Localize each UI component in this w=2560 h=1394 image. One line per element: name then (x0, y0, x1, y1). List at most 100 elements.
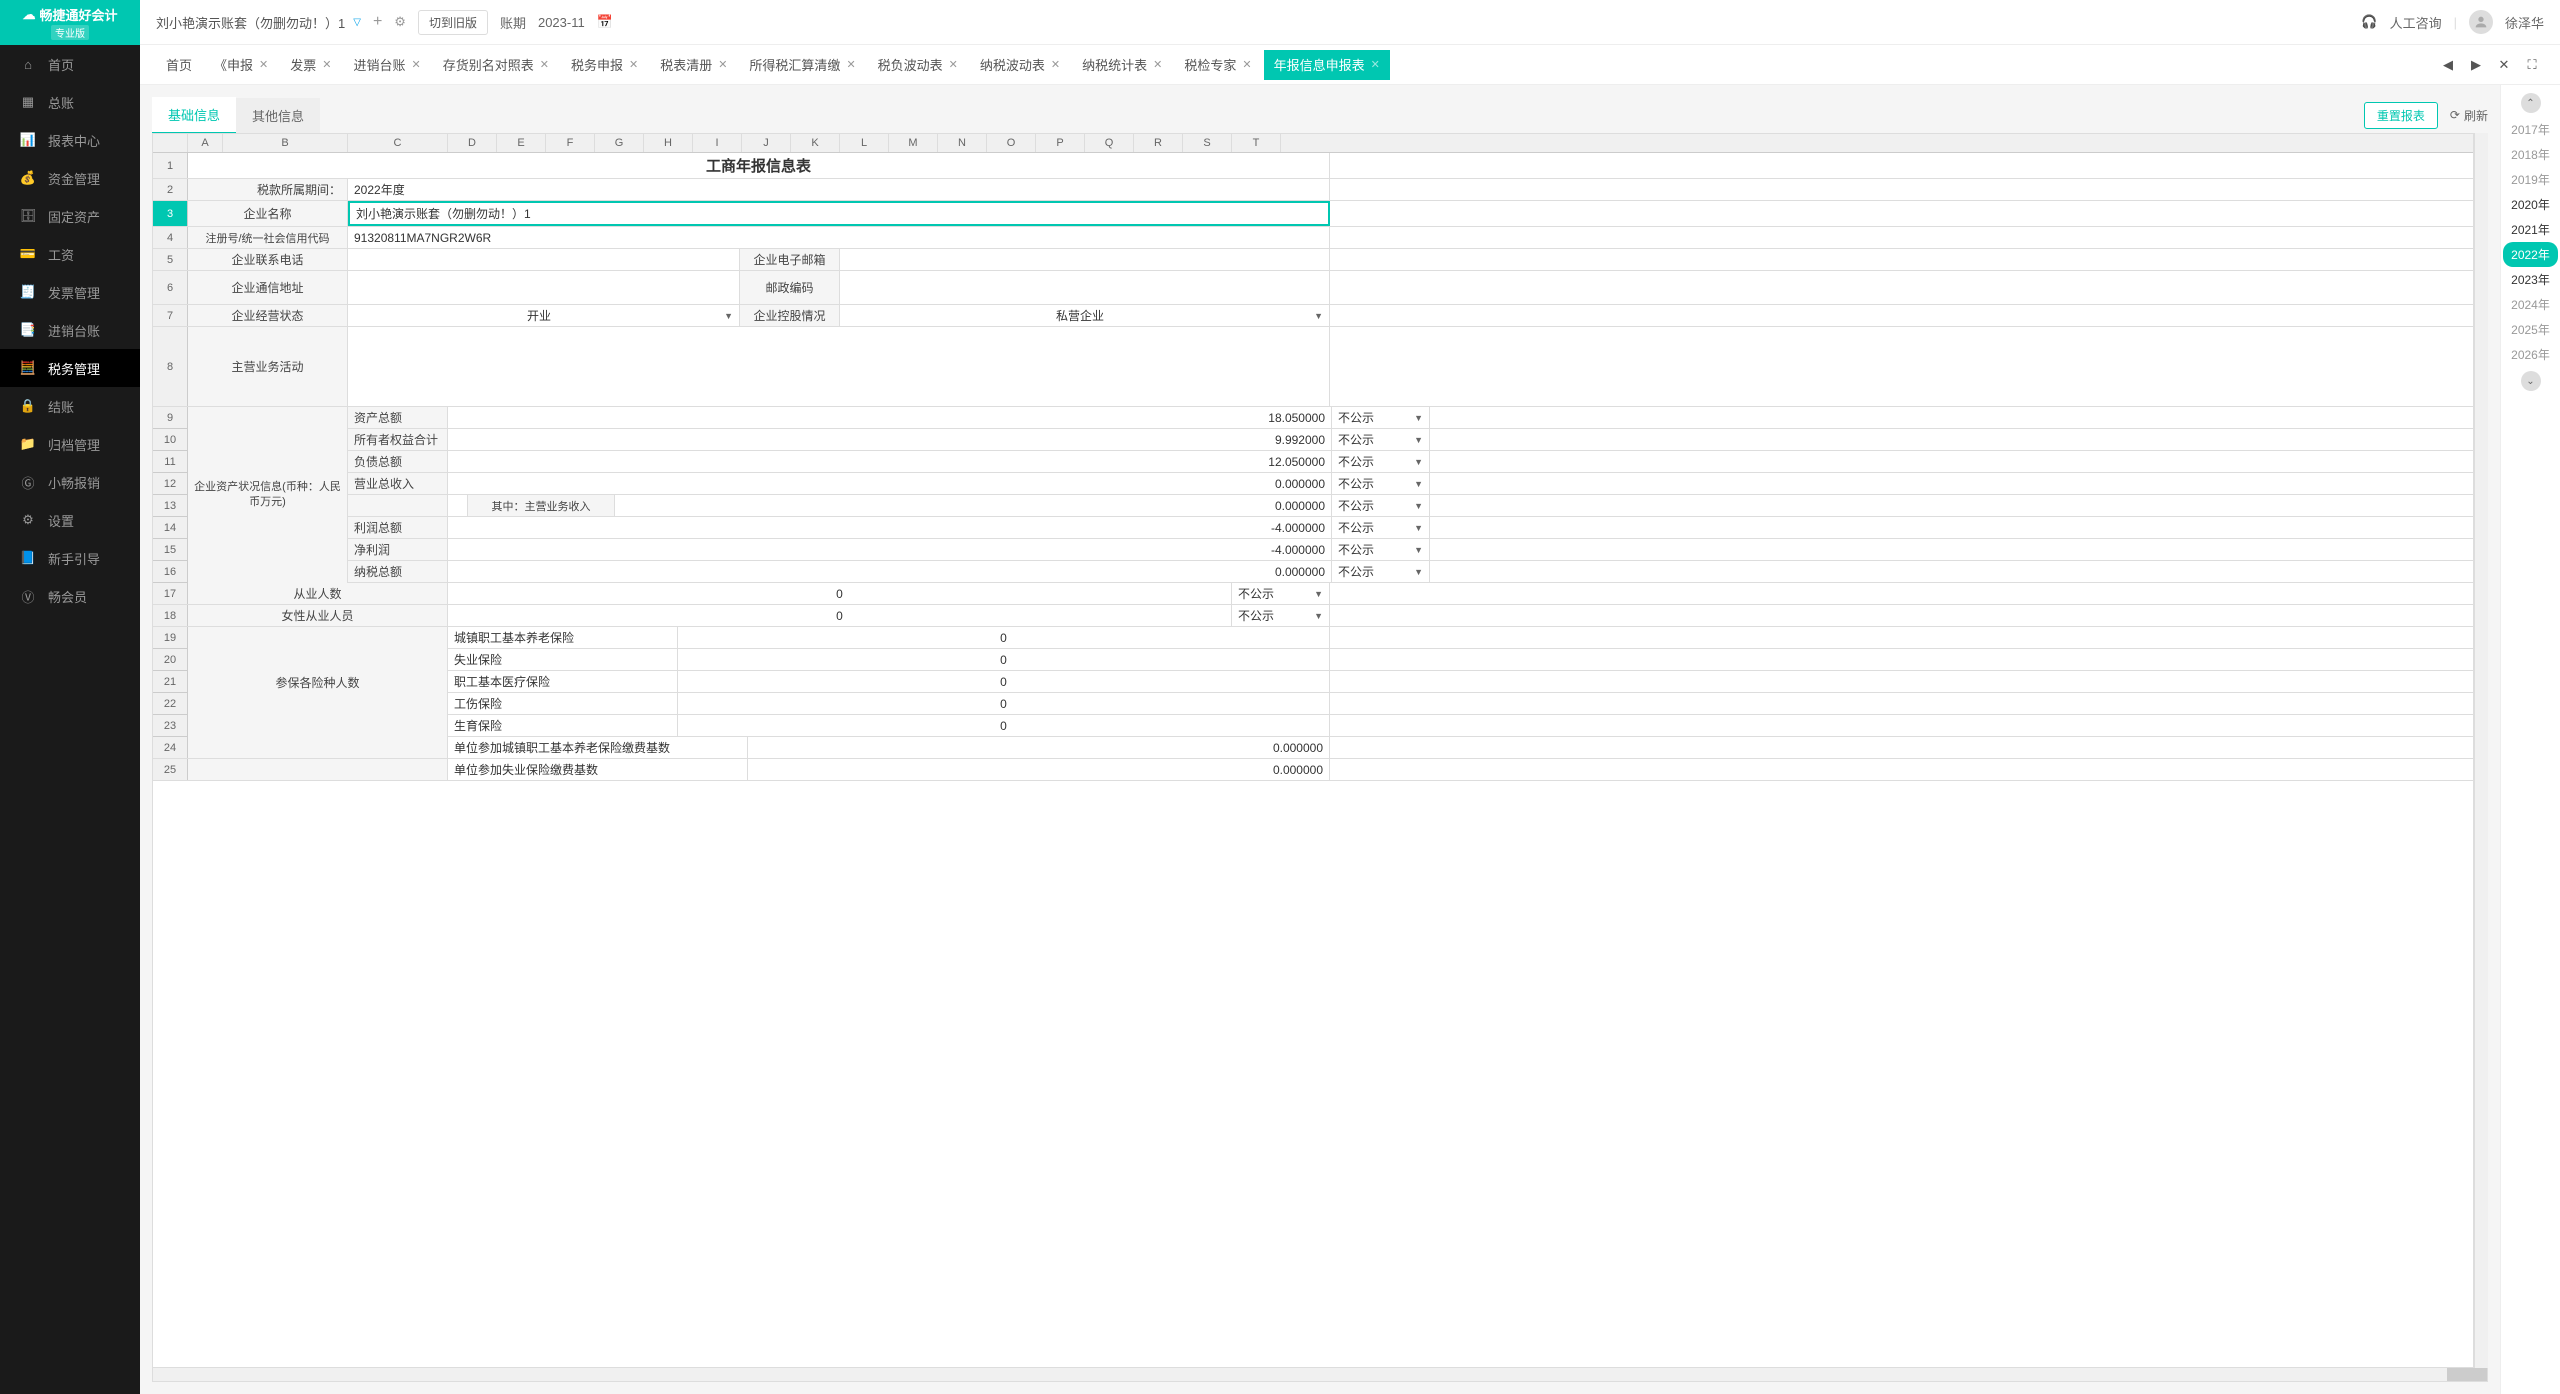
cell[interactable] (840, 249, 1330, 270)
row-index[interactable]: 16 (153, 561, 188, 583)
row-index[interactable]: 24 (153, 737, 188, 758)
col-header-D[interactable]: D (448, 134, 497, 152)
cell[interactable]: 0 (448, 605, 1232, 626)
close-icon[interactable]: ✕ (412, 58, 421, 71)
tab-所得税汇算清缴[interactable]: 所得税汇算清缴✕ (739, 50, 865, 80)
row-index[interactable]: 25 (153, 759, 188, 780)
col-header-O[interactable]: O (987, 134, 1036, 152)
subtab-basic[interactable]: 基础信息 (152, 97, 236, 134)
tab-纳税统计表[interactable]: 纳税统计表✕ (1072, 50, 1172, 80)
cell[interactable] (188, 737, 448, 758)
sidebar-item-ledger[interactable]: ▦总账 (0, 83, 140, 121)
cell[interactable]: 0 (678, 715, 1330, 736)
fullscreen-icon[interactable]: ⛶ (2520, 53, 2544, 77)
row-index[interactable]: 9 (153, 407, 188, 429)
calendar-icon[interactable]: 📅 (597, 14, 613, 30)
cell[interactable]: 从业人数 (188, 583, 448, 604)
cell[interactable] (348, 495, 448, 516)
tab-税检专家[interactable]: 税检专家✕ (1174, 50, 1261, 80)
col-header-I[interactable]: I (693, 134, 742, 152)
cell[interactable]: 刘小艳演示账套（勿删勿动！）1 (348, 201, 1330, 226)
row-index[interactable]: 13 (153, 495, 188, 517)
sidebar-item-inout[interactable]: 📑进销台账 (0, 311, 140, 349)
cell[interactable]: 净利润 (348, 539, 448, 560)
cell[interactable]: 不公示▼ (1332, 517, 1430, 538)
cell[interactable]: 不公示▼ (1232, 605, 1330, 626)
scrollbar-horizontal[interactable] (2447, 1368, 2487, 1381)
col-header-H[interactable]: H (644, 134, 693, 152)
tab-存货别名对照表[interactable]: 存货别名对照表✕ (433, 50, 559, 80)
col-header-T[interactable]: T (1232, 134, 1281, 152)
cell[interactable]: 企业名称 (188, 201, 348, 226)
row-index[interactable]: 8 (153, 327, 188, 406)
tab-close-all[interactable]: ✕ (2492, 53, 2516, 77)
tab-首页[interactable]: 首页 (156, 50, 202, 80)
col-header-P[interactable]: P (1036, 134, 1085, 152)
cell[interactable]: 参保各险种人数 (188, 627, 448, 737)
cell[interactable]: 职工基本医疗保险 (448, 671, 678, 692)
year-2019年[interactable]: 2019年 (2503, 167, 2558, 192)
row-index[interactable]: 14 (153, 517, 188, 539)
cell[interactable]: 生育保险 (448, 715, 678, 736)
sidebar-item-guide[interactable]: 📘新手引导 (0, 539, 140, 577)
cell[interactable]: 其中：主营业务收入 (468, 495, 615, 516)
row-index[interactable]: 3 (153, 201, 188, 226)
cell[interactable]: 税款所属期间： (188, 179, 348, 200)
col-header-S[interactable]: S (1183, 134, 1232, 152)
account-selector[interactable]: 刘小艳演示账套（勿删勿动！）1 ▽ (156, 13, 361, 32)
sidebar-item-close[interactable]: 🔒结账 (0, 387, 140, 425)
row-index[interactable]: 10 (153, 429, 188, 451)
cell[interactable]: 12.050000 (448, 451, 1332, 472)
sidebar-item-vip[interactable]: Ⓥ畅会员 (0, 577, 140, 615)
row-index[interactable]: 21 (153, 671, 188, 693)
cell[interactable] (348, 271, 740, 304)
cell[interactable]: 企业经营状态 (188, 305, 348, 326)
year-2021年[interactable]: 2021年 (2503, 217, 2558, 242)
tab-年报信息申报表[interactable]: 年报信息申报表✕ (1264, 50, 1390, 80)
tab-prev[interactable]: ◀ (2436, 53, 2460, 77)
gear-icon[interactable]: ⚙ (394, 14, 406, 30)
cell[interactable]: 工伤保险 (448, 693, 678, 714)
year-down[interactable]: ⌄ (2521, 371, 2541, 391)
row-index[interactable]: 23 (153, 715, 188, 737)
close-icon[interactable]: ✕ (718, 58, 727, 71)
add-icon[interactable]: + (373, 13, 382, 31)
cell[interactable]: 不公示▼ (1332, 429, 1430, 450)
cell[interactable]: 工商年报信息表 (188, 153, 1330, 178)
cell[interactable]: 女性从业人员 (188, 605, 448, 626)
row-index[interactable]: 6 (153, 271, 188, 304)
cell[interactable]: 邮政编码 (740, 271, 840, 304)
cell[interactable]: 不公示▼ (1332, 495, 1430, 516)
cell[interactable]: 失业保险 (448, 649, 678, 670)
col-header-G[interactable]: G (595, 134, 644, 152)
switch-old-button[interactable]: 切到旧版 (418, 10, 488, 35)
col-header-E[interactable]: E (497, 134, 546, 152)
tab-next[interactable]: ▶ (2464, 53, 2488, 77)
cell[interactable] (348, 249, 740, 270)
cell[interactable]: 91320811MA7NGR2W6R (348, 227, 1330, 248)
year-2020年[interactable]: 2020年 (2503, 192, 2558, 217)
cell[interactable]: 0.000000 (448, 561, 1332, 582)
cell[interactable]: 0 (678, 627, 1330, 648)
col-header-R[interactable]: R (1134, 134, 1183, 152)
sidebar-item-salary[interactable]: 💳工资 (0, 235, 140, 273)
sidebar-item-archive[interactable]: 📁归档管理 (0, 425, 140, 463)
close-icon[interactable]: ✕ (1153, 58, 1162, 71)
sidebar-item-report[interactable]: 📊报表中心 (0, 121, 140, 159)
cell[interactable] (188, 759, 448, 780)
row-index[interactable]: 18 (153, 605, 188, 626)
sidebar-item-asset[interactable]: 🗄固定资产 (0, 197, 140, 235)
close-icon[interactable]: ✕ (1242, 58, 1251, 71)
row-index[interactable]: 4 (153, 227, 188, 248)
year-2022年[interactable]: 2022年 (2503, 242, 2558, 267)
refresh-button[interactable]: ⟳ 刷新 (2450, 107, 2488, 124)
cell[interactable]: 城镇职工基本养老保险 (448, 627, 678, 648)
row-index[interactable]: 7 (153, 305, 188, 326)
year-up[interactable]: ⌃ (2521, 93, 2541, 113)
sidebar-item-settings[interactable]: ⚙设置 (0, 501, 140, 539)
tab-税负波动表[interactable]: 税负波动表✕ (868, 50, 968, 80)
col-header-L[interactable]: L (840, 134, 889, 152)
year-2025年[interactable]: 2025年 (2503, 317, 2558, 342)
sidebar-item-fund[interactable]: 💰资金管理 (0, 159, 140, 197)
reset-report-button[interactable]: 重置报表 (2364, 102, 2438, 129)
